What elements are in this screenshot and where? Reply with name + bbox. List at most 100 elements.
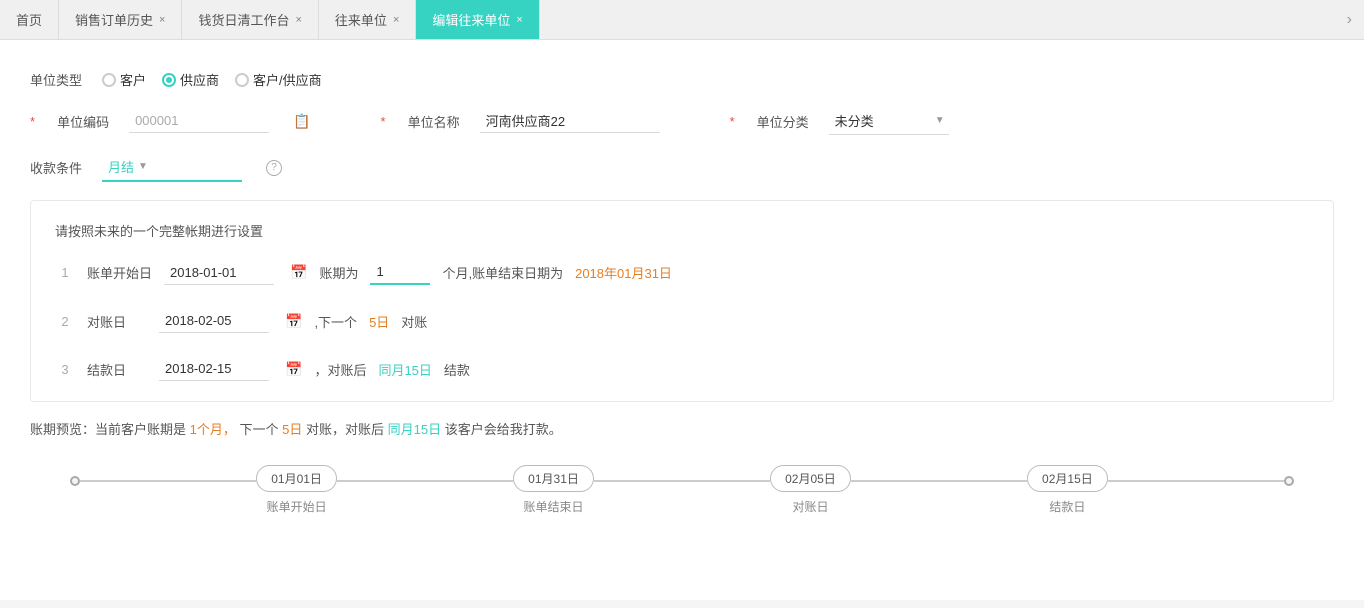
close-sales-history-icon[interactable]: × (159, 14, 165, 26)
required-star-code: * (30, 114, 35, 129)
preview-reconcile-suffix: 对账，对账后 (306, 422, 384, 437)
tab-home-label: 首页 (16, 10, 42, 29)
timeline-line-4 (851, 480, 1027, 482)
payment-suffix: 结款 (444, 360, 470, 379)
row-field-label-2: 对账日 (87, 312, 147, 331)
timeline-start-dot (70, 476, 80, 486)
timeline-node-3: 02月05日 对账日 (770, 465, 851, 515)
period-suffix: 个月,账单结束日期为 (442, 263, 563, 282)
timeline-label-4: 结款日 (1049, 498, 1085, 515)
date-input-2[interactable] (159, 309, 269, 333)
radio-customer-circle (102, 73, 116, 87)
close-cash-work-icon[interactable]: × (295, 14, 301, 26)
timeline-node-4: 02月15日 结款日 (1027, 465, 1108, 515)
preview-payment-highlight: 同月15日 (388, 422, 441, 437)
calendar-icon-3[interactable]: 📅 (285, 361, 302, 378)
tab-bar: 首页 销售订单历史 × 钱货日清工作台 × 往来单位 × 编辑往来单位 × › (0, 0, 1364, 40)
help-icon[interactable]: ? (266, 160, 282, 176)
tab-sales-history-label: 销售订单历史 (75, 10, 153, 29)
close-partner-unit-icon[interactable]: × (393, 14, 399, 26)
required-star-category: * (730, 114, 735, 129)
preview-payment-suffix: 该客户会给我打款。 (445, 422, 562, 437)
required-star-name: * (381, 114, 386, 129)
row-num-2: 2 (55, 314, 75, 329)
period-end-date: 2018年01月31日 (575, 263, 672, 282)
tab-expand-button[interactable]: › (1335, 0, 1364, 39)
timeline-label-2: 账单结束日 (524, 498, 584, 515)
timeline-line-3 (594, 480, 770, 482)
settings-row-1: 1 账单开始日 📅 账期为 个月,账单结束日期为 2018年01月31日 (55, 260, 1309, 285)
timeline-line-2 (337, 480, 513, 482)
row-field-label-1: 账单开始日 (87, 263, 152, 282)
timeline-label-3: 对账日 (792, 498, 828, 515)
tab-partner-unit[interactable]: 往来单位 × (319, 0, 416, 39)
unit-type-radio-group: 客户 供应商 客户/供应商 (102, 70, 322, 89)
timeline-node-2: 01月31日 账单结束日 (513, 465, 594, 515)
unit-name-label: 单位名称 (408, 112, 460, 131)
row-num-1: 1 (55, 265, 75, 280)
timeline-label-1: 账单开始日 (267, 498, 327, 515)
settings-box: 请按照未来的一个完整帐期进行设置 1 账单开始日 📅 账期为 个月,账单结束日期… (30, 200, 1334, 402)
timeline-bubble-2: 01月31日 (513, 465, 594, 492)
main-content: 单位类型 客户 供应商 客户/供应商 * 单位编码 📋 * 单位名称 * (0, 40, 1364, 600)
unit-type-label: 单位类型 (30, 70, 82, 89)
payment-condition-arrow-icon: ▼ (138, 161, 148, 172)
timeline: 01月01日 账单开始日 01月31日 账单结束日 02月05日 对账日 02月… (30, 465, 1334, 515)
timeline-bubble-4: 02月15日 (1027, 465, 1108, 492)
tab-sales-history[interactable]: 销售订单历史 × (59, 0, 182, 39)
row-num-3: 3 (55, 362, 75, 377)
radio-supplier-label: 供应商 (180, 70, 219, 89)
settings-row-3: 3 结款日 📅 ，对账后 同月15日 结款 (55, 357, 1309, 381)
date-input-1[interactable] (164, 261, 274, 285)
timeline-line-1 (80, 480, 256, 482)
radio-supplier-circle (162, 73, 176, 87)
unit-name-input[interactable] (480, 109, 660, 133)
tab-home[interactable]: 首页 (0, 0, 59, 39)
radio-customer-label: 客户 (120, 70, 146, 89)
reconcile-prefix: ,下一个 (314, 312, 357, 331)
reconcile-highlight: 5日 (369, 312, 389, 331)
radio-both[interactable]: 客户/供应商 (235, 70, 322, 89)
unit-category-arrow-icon: ▼ (935, 115, 945, 126)
tab-partner-unit-label: 往来单位 (335, 10, 387, 29)
preview-section: 账期预览：当前客户账期是 1个月， 下一个 5日 对账，对账后 同月15日 该客… (30, 418, 1334, 441)
payment-highlight: 同月15日 (378, 360, 431, 379)
radio-supplier[interactable]: 供应商 (162, 70, 219, 89)
radio-both-label: 客户/供应商 (253, 70, 322, 89)
tab-edit-partner[interactable]: 编辑往来单位 × (416, 0, 539, 39)
period-label: 账期为 (319, 263, 358, 282)
unit-code-input[interactable] (129, 109, 269, 133)
radio-both-circle (235, 73, 249, 87)
unit-info-row: * 单位编码 📋 * 单位名称 * 单位分类 未分类 ▼ (30, 107, 1334, 135)
calendar-icon-1[interactable]: 📅 (290, 264, 307, 281)
payment-prefix: ，对账后 (314, 360, 366, 379)
tab-cash-work[interactable]: 钱货日清工作台 × (182, 0, 318, 39)
preview-label: 账期预览：当前客户账期是 (30, 422, 186, 437)
unit-category-value: 未分类 (835, 111, 931, 130)
radio-customer[interactable]: 客户 (102, 70, 146, 89)
timeline-bubble-3: 02月05日 (770, 465, 851, 492)
period-input[interactable] (370, 260, 430, 285)
settings-row-2: 2 对账日 📅 ,下一个 5日 对账 (55, 309, 1309, 333)
unit-type-row: 单位类型 客户 供应商 客户/供应商 (30, 70, 1334, 89)
preview-reconcile-highlight: 5日 (282, 422, 302, 437)
timeline-line-5 (1108, 480, 1284, 482)
payment-condition-label: 收款条件 (30, 158, 82, 177)
preview-period: 1个月， (190, 422, 236, 437)
calendar-icon-2[interactable]: 📅 (285, 313, 302, 330)
payment-condition-row: 收款条件 月结 ▼ ? (30, 153, 1334, 182)
row-field-label-3: 结款日 (87, 360, 147, 379)
tab-cash-work-label: 钱货日清工作台 (198, 10, 289, 29)
unit-category-select[interactable]: 未分类 ▼ (829, 107, 949, 135)
preview-reconcile-prefix: 下一个 (240, 422, 279, 437)
date-input-3[interactable] (159, 357, 269, 381)
payment-condition-select[interactable]: 月结 ▼ (102, 153, 242, 182)
calendar-icon-code[interactable]: 📋 (293, 113, 310, 130)
unit-category-label: 单位分类 (757, 112, 809, 131)
timeline-end-dot (1284, 476, 1294, 486)
payment-condition-value: 月结 (108, 157, 134, 176)
close-edit-partner-icon[interactable]: × (516, 14, 522, 26)
reconcile-suffix: 对账 (401, 312, 427, 331)
timeline-bubble-1: 01月01日 (256, 465, 337, 492)
unit-code-label: 单位编码 (57, 112, 109, 131)
